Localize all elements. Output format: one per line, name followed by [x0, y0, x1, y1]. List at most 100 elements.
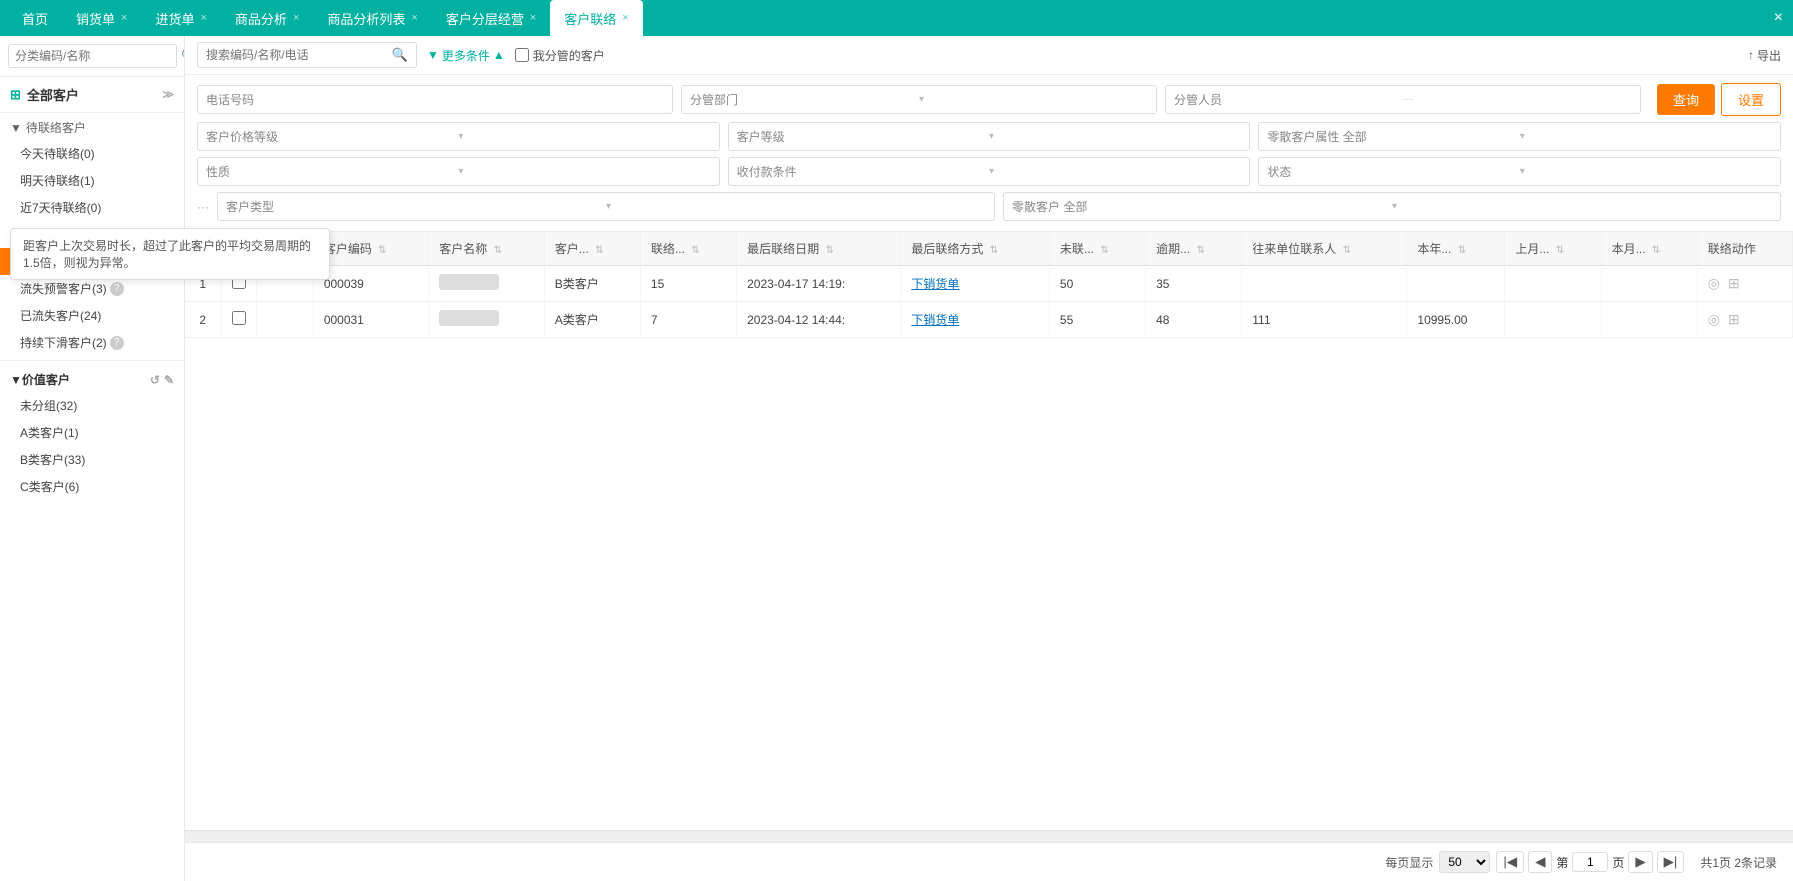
cell-contacts: 111 — [1242, 302, 1407, 338]
filter-manager[interactable]: 分管人员 ··· — [1165, 85, 1641, 114]
sidebar-item-class-c[interactable]: C类客户(6) — [0, 473, 184, 500]
th-last-month: 上月... ⇅ — [1505, 232, 1601, 266]
nav-purchase-order[interactable]: 进货单 × — [141, 0, 220, 36]
sort-unread[interactable]: ⇅ — [1100, 245, 1108, 256]
filter-retail-attr[interactable]: 零散客户属性 全部 ▾ — [1258, 122, 1781, 151]
nav-product-analysis-close[interactable]: × — [293, 12, 299, 24]
edit-icon[interactable]: ✎ — [164, 373, 174, 387]
settings-button[interactable]: 设置 — [1721, 83, 1781, 116]
th-contacts: 往来单位联系人 ⇅ — [1242, 232, 1407, 266]
filter-phone[interactable]: 电话号码 — [197, 85, 673, 114]
sort-this-month[interactable]: ⇅ — [1652, 245, 1660, 256]
collapse-icon[interactable]: ≫ — [162, 88, 174, 101]
sort-category[interactable]: ⇅ — [595, 245, 603, 256]
sort-contacts[interactable]: ⇅ — [1343, 245, 1351, 256]
page-number-input[interactable] — [1572, 852, 1608, 872]
sidebar-search-input[interactable] — [8, 44, 177, 68]
filter-customer-level[interactable]: 客户等级 ▾ — [728, 122, 1251, 151]
table-scrollbar[interactable] — [185, 830, 1793, 842]
nav-close-all[interactable]: × — [1774, 9, 1783, 27]
sidebar-item-tomorrow[interactable]: 明天待联络(1) — [0, 167, 184, 194]
sort-this-year[interactable]: ⇅ — [1458, 245, 1466, 256]
sort-code[interactable]: ⇅ — [378, 245, 386, 256]
filter-payment[interactable]: 收付款条件 ▾ — [728, 157, 1251, 186]
sidebar-item-already-lost[interactable]: 已流失客户(24) — [0, 302, 184, 329]
filter-search-input[interactable] — [206, 48, 392, 62]
sort-name[interactable]: ⇅ — [494, 245, 502, 256]
sidebar-item-7days[interactable]: 近7天待联络(0) — [0, 194, 184, 221]
filter-department[interactable]: 分管部门 ▾ — [681, 85, 1157, 114]
nav-customer-segmentation-close[interactable]: × — [530, 12, 536, 24]
per-page-select[interactable]: 50 10 20 100 — [1439, 851, 1490, 873]
filter-search-wrapper: 🔍 — [197, 42, 417, 68]
action-link-icon[interactable]: ◎ — [1708, 311, 1720, 328]
row-actions: ◎ ⊞ — [1708, 275, 1782, 292]
cell-actions: ◎ ⊞ — [1697, 266, 1792, 302]
action-plan-icon[interactable]: ⊞ — [1728, 311, 1740, 328]
caret-status: ▾ — [1520, 166, 1772, 177]
export-button[interactable]: ↑ 导出 — [1748, 47, 1781, 64]
nav-product-analysis-list-close[interactable]: × — [411, 12, 417, 24]
first-page-btn[interactable]: |◀ — [1496, 851, 1524, 873]
sort-last-method[interactable]: ⇅ — [990, 245, 998, 256]
sidebar-divider — [0, 360, 184, 361]
table-area: ⚙ 客户编码 ⇅ 客户名称 ⇅ 客户... ⇅ 联络... ⇅ 最后联络日期 ⇅… — [185, 232, 1793, 830]
cell-unread: 55 — [1049, 302, 1145, 338]
sidebar-value-group[interactable]: ▼ 价值客户 ↺ ✎ — [0, 365, 184, 392]
chevron-up-icon: ▲ — [493, 48, 505, 62]
nav-customer-segmentation[interactable]: 客户分层经营 × — [432, 0, 550, 36]
cell-last-method: 下销货单 — [901, 302, 1050, 338]
next-page-btn[interactable]: ▶ — [1628, 851, 1652, 873]
action-plan-icon[interactable]: ⊞ — [1728, 275, 1740, 292]
table-row: 2 000031 A类客户 7 2023-04-12 14:44: 下销货单 5… — [185, 302, 1793, 338]
nav-customer-contact[interactable]: 客户联络 × — [550, 0, 642, 36]
sidebar-item-unclassified[interactable]: 未分组(32) — [0, 392, 184, 419]
filter-price-level[interactable]: 客户价格等级 ▾ — [197, 122, 720, 151]
refresh-icon[interactable]: ↺ — [150, 373, 160, 387]
cell-this-month — [1601, 302, 1697, 338]
sidebar-item-class-b[interactable]: B类客户(33) — [0, 446, 184, 473]
nav-customer-contact-close[interactable]: × — [622, 12, 628, 24]
filter-customer-type[interactable]: 客户类型 ▾ — [217, 192, 995, 221]
cell-this-year: 10995.00 — [1407, 302, 1505, 338]
sidebar-item-declining[interactable]: 持续下滑客户(2) ? — [0, 329, 184, 356]
query-button[interactable]: 查询 — [1657, 84, 1715, 115]
action-link-icon[interactable]: ◎ — [1708, 275, 1720, 292]
cell-check — [221, 302, 256, 338]
last-method-link[interactable]: 下销货单 — [911, 277, 959, 291]
filter-retail-customer[interactable]: 零散客户 全部 ▾ — [1003, 192, 1781, 221]
my-customers-label[interactable]: 我分管的客户 — [515, 47, 605, 64]
last-page-btn[interactable]: ▶| — [1657, 851, 1685, 873]
nav-product-analysis-list[interactable]: 商品分析列表 × — [313, 0, 431, 36]
nav-sales-order-close[interactable]: × — [121, 12, 127, 24]
nav-product-analysis[interactable]: 商品分析 × — [221, 0, 313, 36]
sidebar-pending-group[interactable]: ▼ 待联络客户 — [0, 113, 184, 140]
my-customers-checkbox[interactable] — [515, 48, 529, 62]
cell-last-date: 2023-04-17 14:19: — [737, 266, 901, 302]
sidebar-item-today[interactable]: 今天待联络(0) — [0, 140, 184, 167]
sort-last-date[interactable]: ⇅ — [825, 245, 833, 256]
filter-status[interactable]: 状态 ▾ — [1258, 157, 1781, 186]
cell-name — [429, 302, 544, 338]
row-checkbox[interactable] — [232, 311, 246, 325]
nav-home[interactable]: 首页 — [8, 0, 62, 36]
nav-sales-order[interactable]: 销货单 × — [62, 0, 141, 36]
filter-row-more[interactable]: ··· — [197, 198, 209, 216]
nav-purchase-order-close[interactable]: × — [200, 12, 206, 24]
sort-contact[interactable]: ⇅ — [691, 245, 699, 256]
sort-overdue[interactable]: ⇅ — [1196, 245, 1204, 256]
table-row: 1 000039 B类客户 15 2023-04-17 14:19: 下销货单 … — [185, 266, 1793, 302]
filter-nature[interactable]: 性质 ▾ — [197, 157, 720, 186]
prev-page-btn[interactable]: ◀ — [1528, 851, 1552, 873]
sidebar-all-customers[interactable]: ⊞ 全部客户 ≫ — [0, 77, 184, 113]
sort-last-month[interactable]: ⇅ — [1556, 245, 1564, 256]
cell-this-year — [1407, 266, 1505, 302]
info-icon-lost-preview[interactable]: ? — [110, 282, 124, 296]
last-method-link[interactable]: 下销货单 — [911, 313, 959, 327]
sidebar-search-bar: 🔍 — [0, 36, 184, 77]
info-icon-declining[interactable]: ? — [110, 336, 124, 350]
filter-more-button[interactable]: ▼ 更多条件 ▲ — [427, 47, 505, 64]
th-this-year: 本年... ⇅ — [1407, 232, 1505, 266]
sidebar-item-class-a[interactable]: A类客户(1) — [0, 419, 184, 446]
cell-code: 000031 — [313, 302, 428, 338]
